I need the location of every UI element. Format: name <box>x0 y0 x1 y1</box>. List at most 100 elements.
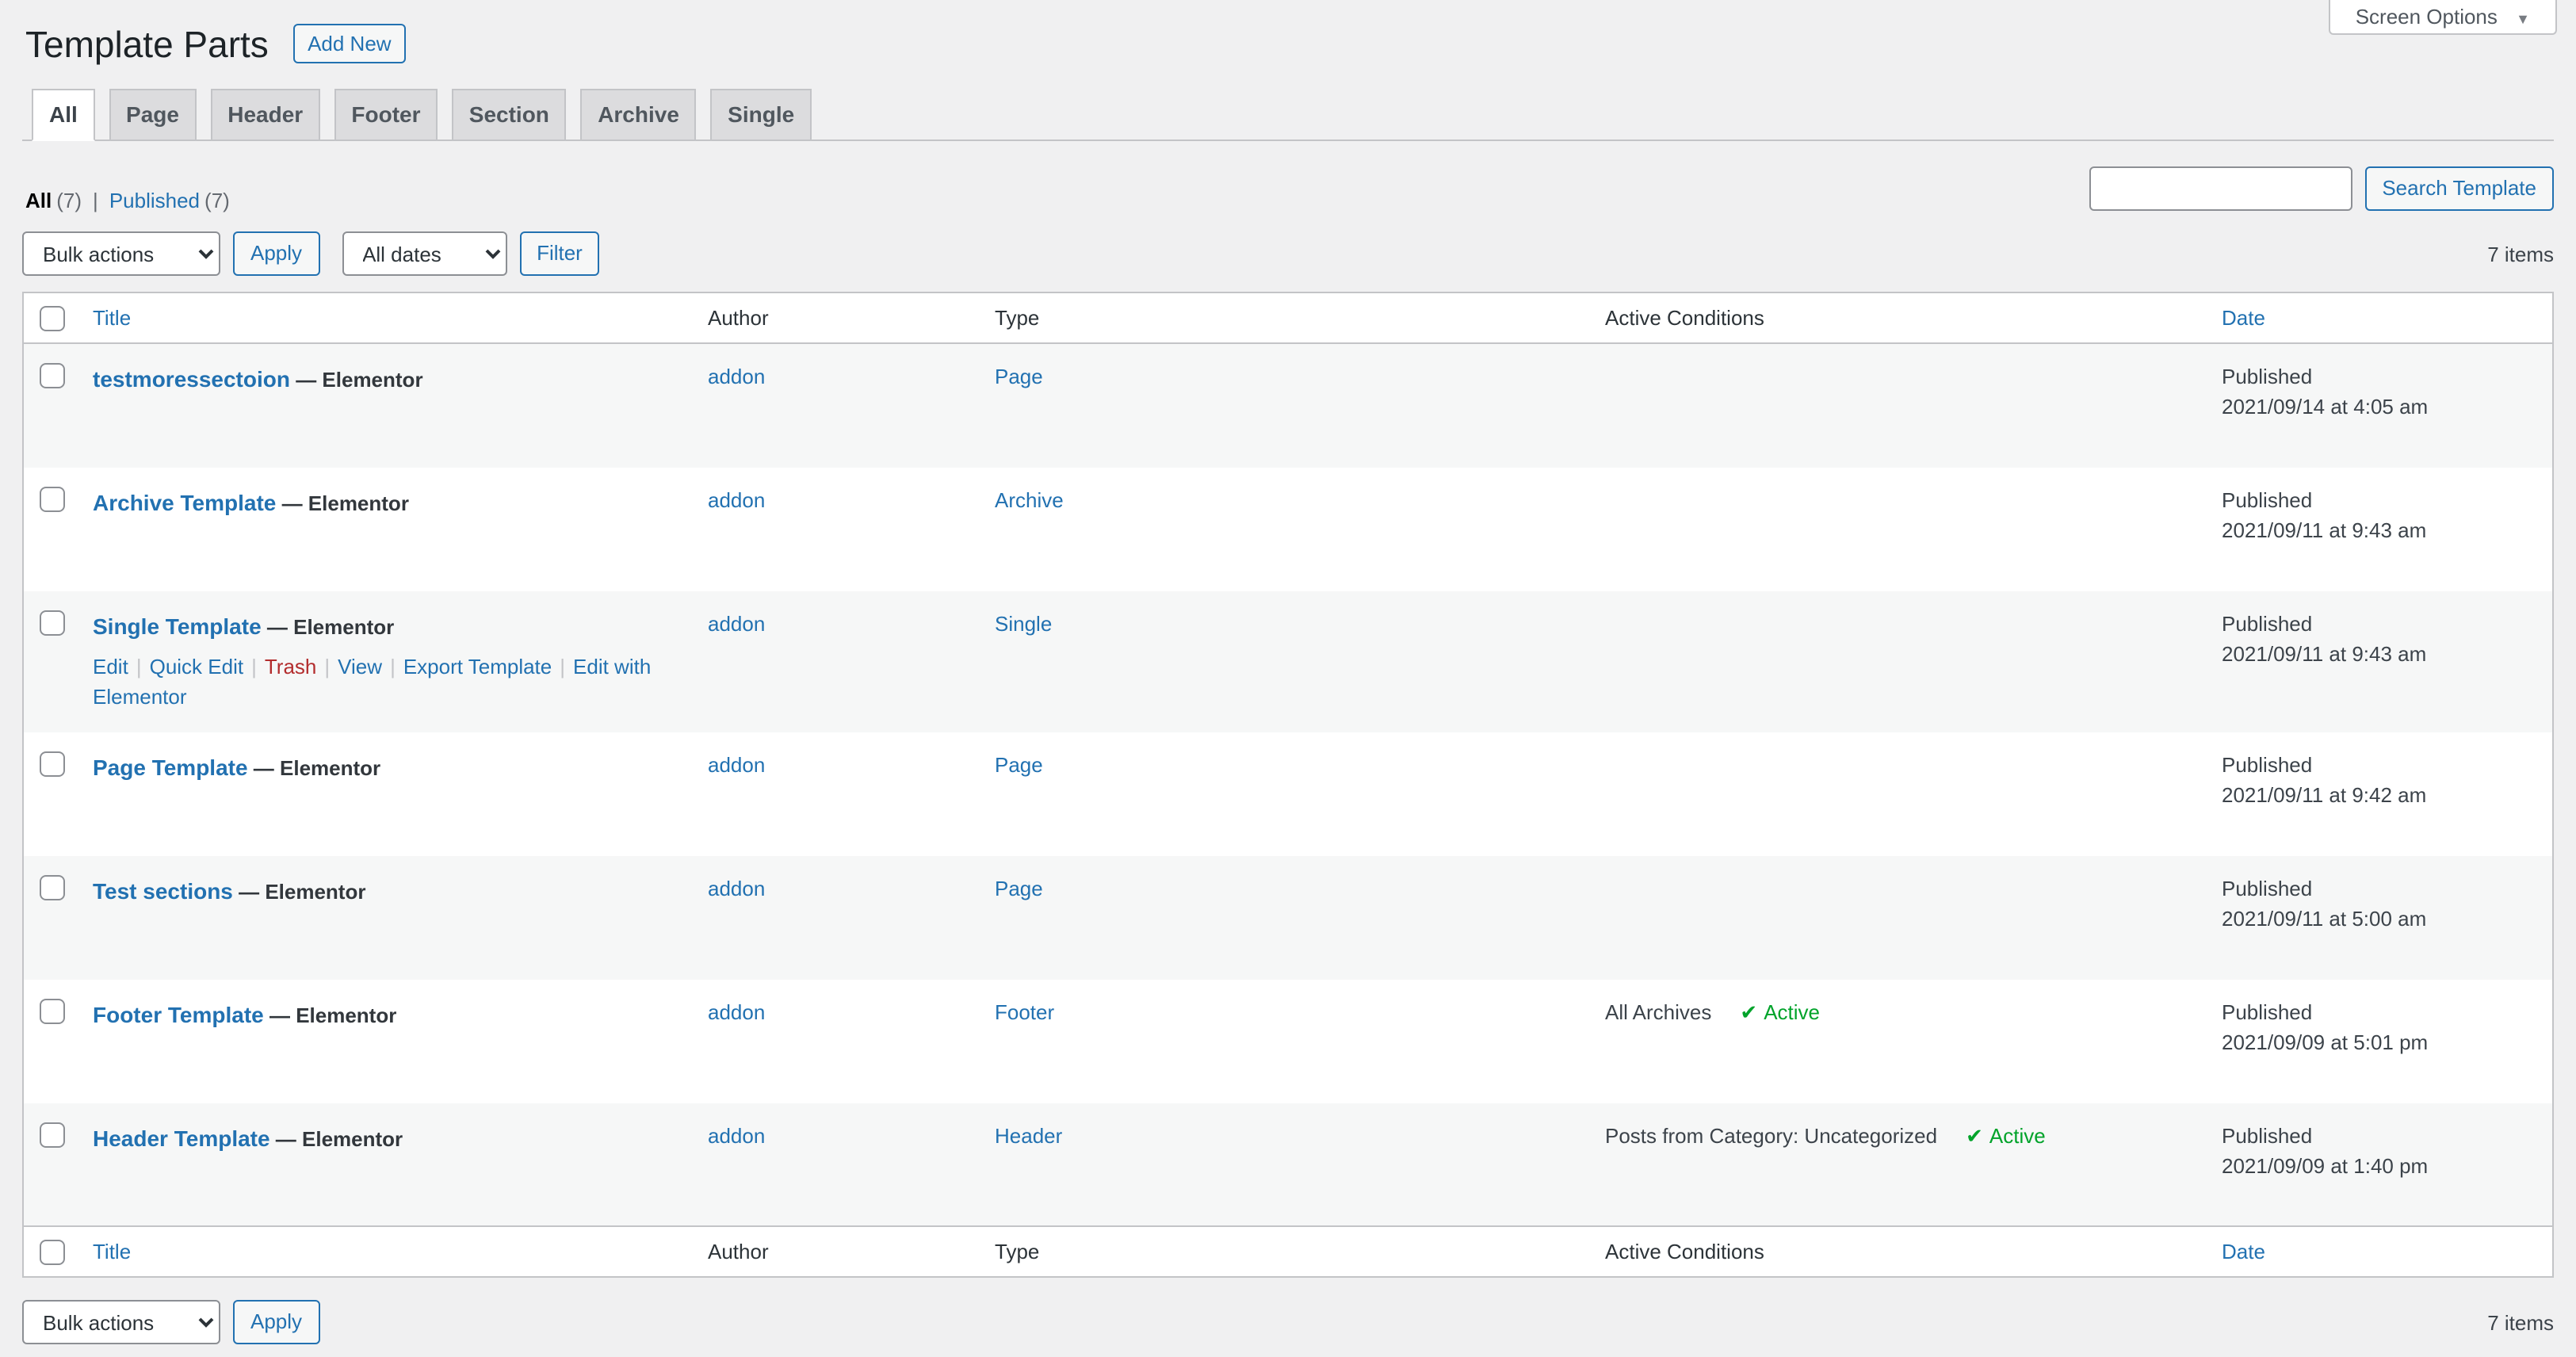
template-parts-table: Title Author Type Active Conditions Date… <box>22 292 2554 1279</box>
author-link[interactable]: addon <box>708 877 765 900</box>
tab-header[interactable]: Header <box>210 88 321 142</box>
template-title-link[interactable]: Header Template <box>93 1126 270 1151</box>
column-header-author: Author <box>692 292 979 345</box>
view-published-count: (7) <box>204 189 230 213</box>
row-checkbox[interactable] <box>40 610 65 636</box>
title-suffix: — Elementor <box>247 755 381 780</box>
screen-options-button[interactable]: Screen Options ▼ <box>2328 0 2557 35</box>
template-title-link[interactable]: Single Template <box>93 614 262 639</box>
bulk-actions-select[interactable]: Bulk actions <box>22 231 220 277</box>
table-row: Header Template — Elementor addon Header… <box>23 1103 2553 1227</box>
date-filter-select[interactable]: All dates <box>342 231 507 277</box>
row-checkbox[interactable] <box>40 363 65 389</box>
sort-by-title-link[interactable]: Title <box>93 307 131 331</box>
row-checkbox[interactable] <box>40 998 65 1024</box>
title-row: Template Parts Add New <box>22 6 2554 76</box>
list-top-row: All (7) | Published (7) Search Template <box>22 166 2554 213</box>
tab-archive[interactable]: Archive <box>580 88 697 142</box>
publish-date: 2021/09/11 at 9:43 am <box>2222 518 2427 542</box>
publish-date: 2021/09/09 at 1:40 pm <box>2222 1153 2429 1178</box>
type-link[interactable]: Archive <box>995 488 1064 512</box>
type-link[interactable]: Page <box>995 365 1043 389</box>
conditions-cell <box>1589 344 2206 468</box>
tab-footer[interactable]: Footer <box>334 88 438 142</box>
table-header: Title Author Type Active Conditions Date <box>23 292 2553 345</box>
publish-status: Published <box>2222 487 2313 512</box>
author-link[interactable]: addon <box>708 1000 765 1024</box>
column-header-type: Type <box>979 1225 1589 1278</box>
author-link[interactable]: addon <box>708 365 765 389</box>
export-template-action[interactable]: Export Template <box>403 655 552 678</box>
search-template-button[interactable]: Search Template <box>2364 166 2554 212</box>
tab-section[interactable]: Section <box>451 88 567 142</box>
select-all-checkbox[interactable] <box>40 1240 65 1266</box>
template-title-link[interactable]: testmoressectoion <box>93 367 290 392</box>
table-row: Footer Template — Elementor addon Footer… <box>23 980 2553 1103</box>
active-label: Active <box>1764 1000 1821 1024</box>
view-action[interactable]: View <box>338 655 382 678</box>
view-all-link[interactable]: All (7) <box>25 189 82 213</box>
quick-edit-action[interactable]: Quick Edit <box>150 655 244 678</box>
title-cell: Single Template — Elementor Edit | Quick E… <box>77 591 692 732</box>
publish-status: Published <box>2222 611 2313 636</box>
action-separator: | <box>560 654 566 678</box>
author-link[interactable]: addon <box>708 612 765 636</box>
type-link[interactable]: Footer <box>995 1000 1054 1024</box>
author-link[interactable]: addon <box>708 753 765 777</box>
apply-button[interactable]: Apply <box>233 1300 320 1345</box>
row-checkbox[interactable] <box>40 874 65 900</box>
add-new-button[interactable]: Add New <box>293 24 406 63</box>
date-cell: Published 2021/09/14 at 4:05 am <box>2206 344 2553 468</box>
filter-button[interactable]: Filter <box>519 231 600 277</box>
sort-by-date-link[interactable]: Date <box>2222 1240 2265 1264</box>
tab-page[interactable]: Page <box>109 88 197 142</box>
template-title-link[interactable]: Test sections <box>93 878 233 904</box>
date-cell: Published 2021/09/11 at 9:43 am <box>2206 591 2553 732</box>
tab-all[interactable]: All <box>32 88 95 142</box>
items-count: 7 items <box>2487 242 2554 266</box>
author-link[interactable]: addon <box>708 1124 765 1148</box>
sort-by-date-link[interactable]: Date <box>2222 307 2265 331</box>
publish-status: Published <box>2222 1123 2313 1148</box>
select-all-checkbox[interactable] <box>40 306 65 332</box>
active-label: Active <box>1989 1123 2046 1148</box>
view-published-link[interactable]: Published (7) <box>109 189 230 213</box>
title-cell: Header Template — Elementor <box>77 1103 692 1227</box>
type-link[interactable]: Page <box>995 753 1043 777</box>
search-input[interactable] <box>2089 166 2352 212</box>
publish-status: Published <box>2222 1000 2313 1024</box>
condition-text: All Archives <box>1605 1000 1712 1024</box>
author-link[interactable]: addon <box>708 488 765 512</box>
tab-single[interactable]: Single <box>710 88 812 142</box>
action-separator: | <box>136 654 142 678</box>
title-cell: Archive Template — Elementor <box>77 468 692 591</box>
content-wrap: Template Parts Add New All Page Header F… <box>0 0 2576 1345</box>
type-link[interactable]: Page <box>995 877 1043 900</box>
apply-button[interactable]: Apply <box>233 231 320 277</box>
title-suffix: — Elementor <box>232 879 366 904</box>
bulk-actions-area: Bulk actions Apply <box>22 1300 320 1345</box>
row-checkbox[interactable] <box>40 1122 65 1148</box>
publish-date: 2021/09/11 at 5:00 am <box>2222 906 2427 931</box>
trash-action[interactable]: Trash <box>265 655 317 678</box>
template-title-link[interactable]: Page Template <box>93 755 248 780</box>
row-checkbox[interactable] <box>40 751 65 777</box>
template-title-link[interactable]: Archive Template <box>93 490 276 515</box>
type-link[interactable]: Single <box>995 612 1052 636</box>
publish-date: 2021/09/11 at 9:42 am <box>2222 782 2427 807</box>
table-footer: Title Author Type Active Conditions Date <box>23 1225 2553 1278</box>
template-title-link[interactable]: Footer Template <box>93 1002 264 1027</box>
active-check-icon: ✔ <box>1740 1000 1758 1024</box>
action-separator: | <box>251 654 257 678</box>
row-checkbox[interactable] <box>40 486 65 512</box>
column-header-conditions: Active Conditions <box>1589 1225 2206 1278</box>
type-link[interactable]: Header <box>995 1124 1062 1148</box>
screen-options-label: Screen Options <box>2355 5 2498 29</box>
table-row: Page Template — Elementor addon Page Pub… <box>23 732 2553 856</box>
active-status: ✔ Active <box>1966 1124 2046 1148</box>
view-filters: All (7) | Published (7) <box>22 167 230 213</box>
wordpress-admin-page: Screen Options ▼ Template Parts Add New … <box>0 0 2576 1357</box>
sort-by-title-link[interactable]: Title <box>93 1240 131 1264</box>
edit-action[interactable]: Edit <box>93 655 128 678</box>
bulk-actions-select[interactable]: Bulk actions <box>22 1300 220 1345</box>
